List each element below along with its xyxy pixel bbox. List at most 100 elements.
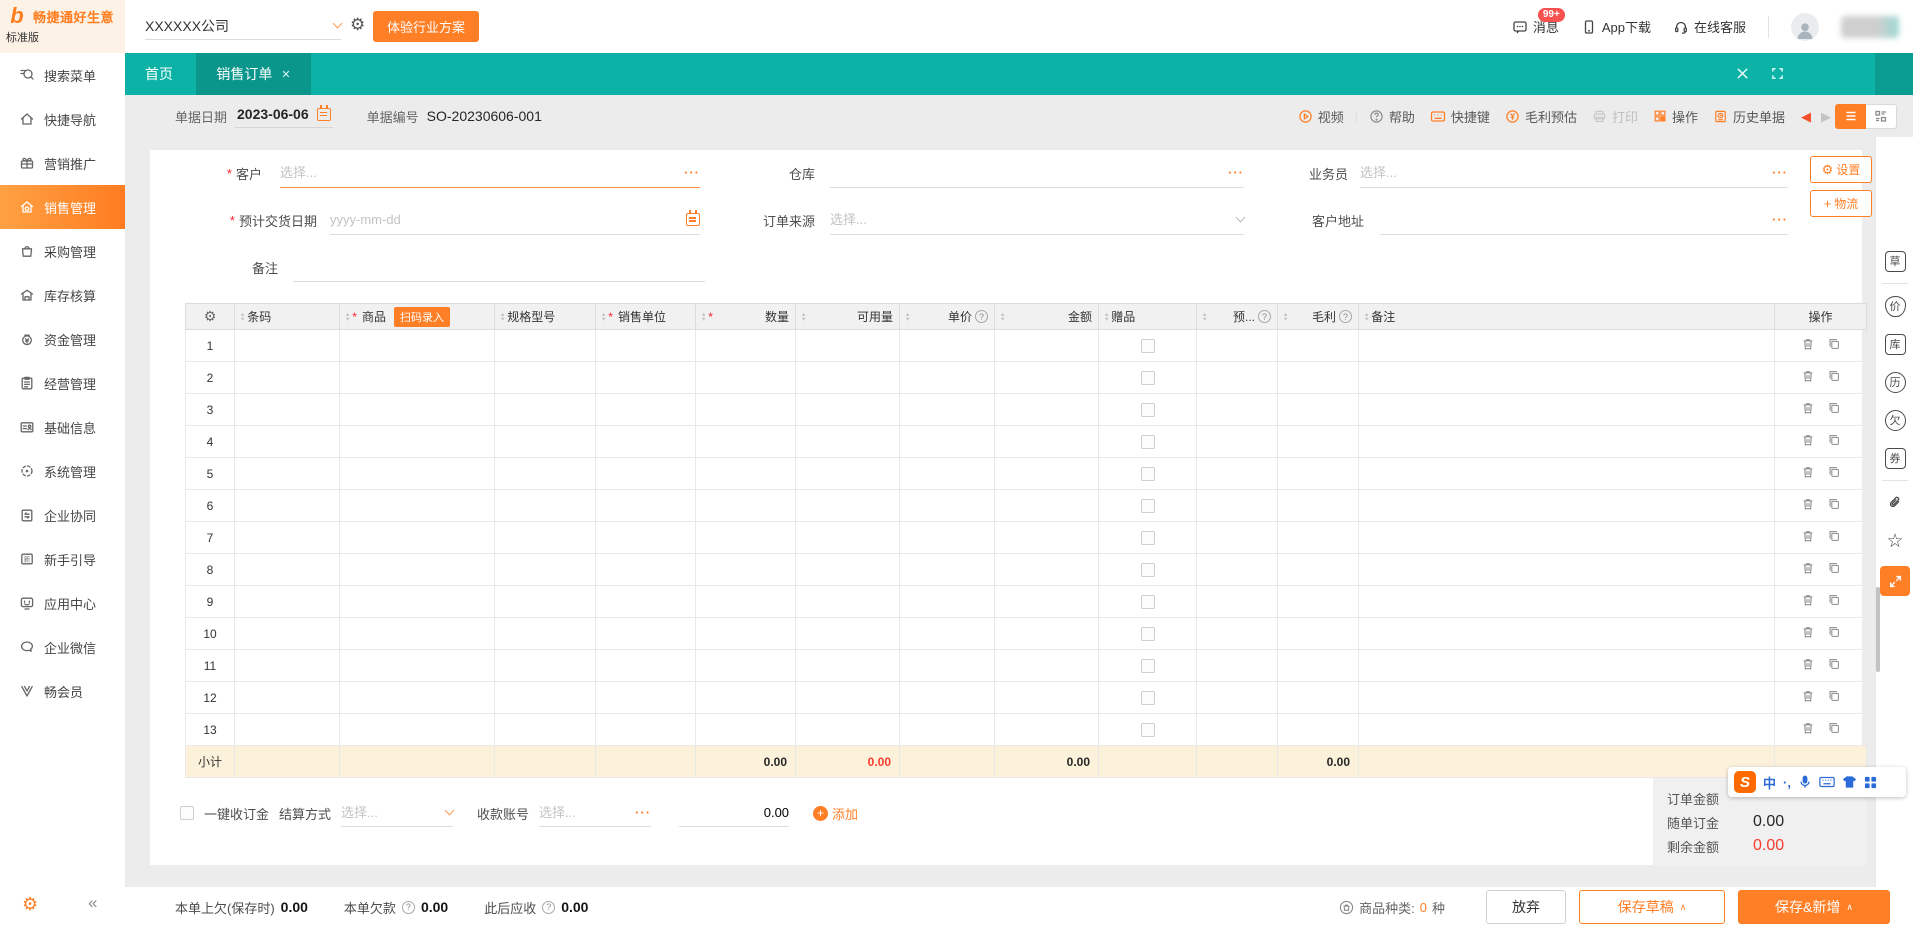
strip-price-button[interactable]: 价 [1876,287,1913,325]
sidebar-item-gift[interactable]: 营销推广 [0,141,125,185]
sidebar-item-bag[interactable]: 采购管理 [0,229,125,273]
grid-cell-qty[interactable] [695,489,796,522]
discard-button[interactable]: 放弃 [1486,890,1566,924]
grid-cell-unit[interactable] [595,361,696,394]
grid-cell-avail[interactable] [795,521,900,554]
toolbar-help-button[interactable]: 帮助 [1369,107,1415,126]
strip-coupon-button[interactable]: 券 [1876,439,1913,477]
grid-cell-avail[interactable] [795,393,900,426]
save-and-new-button[interactable]: 保存&新增 ∧ [1738,890,1890,924]
grid-cell-price[interactable] [899,649,995,682]
column-header-price[interactable]: ▴ ▾ 单价? [899,303,995,330]
grid-cell-spec[interactable] [494,681,596,714]
grid-cell-barcode[interactable] [234,329,340,362]
grid-cell-profit[interactable] [1277,585,1359,618]
grid-cell-amount[interactable] [994,425,1099,458]
trash-icon[interactable] [1801,593,1815,607]
strip-arrears-button[interactable]: 欠 [1876,401,1913,439]
grid-cell-remark[interactable] [1358,713,1775,746]
copy-icon[interactable] [1827,401,1841,415]
grid-cell-product[interactable] [339,521,495,554]
grid-cell-unit[interactable] [595,681,696,714]
company-select[interactable]: XXXXXX公司 [145,12,343,40]
grid-cell-product[interactable] [339,329,495,362]
grid-cell-avail[interactable] [795,649,900,682]
gift-checkbox[interactable] [1140,370,1155,385]
sidebar-item-system[interactable]: 系统管理 [0,449,125,493]
grid-cell-spec[interactable] [494,553,596,586]
sidebar-item-appcenter[interactable]: 应用中心 [0,581,125,625]
gift-checkbox[interactable] [1140,466,1155,481]
sidebar-item-guide[interactable]: 新 新手引导 [0,537,125,581]
grid-cell-profit[interactable] [1277,681,1359,714]
sort-arrows-icon[interactable]: ▴ ▾ [346,311,349,323]
toolbar-keys-button[interactable]: 快捷键 [1430,107,1490,126]
grid-cell-product[interactable] [339,489,495,522]
grid-cell-amount[interactable] [994,361,1099,394]
grid-cell-pre[interactable] [1196,617,1278,650]
grid-cell-spec[interactable] [494,585,596,618]
sidebar-item-idcard[interactable]: 基础信息 [0,405,125,449]
strip-draft-button[interactable]: 草 [1876,242,1913,280]
column-config-gear-icon[interactable]: ⚙ [204,308,217,324]
online-service-button[interactable]: 在线客服 [1673,17,1746,36]
grid-cell-profit[interactable] [1277,425,1359,458]
copy-icon[interactable] [1827,369,1841,383]
grid-cell-spec[interactable] [494,329,596,362]
sidebar-item-member[interactable]: 畅会员 [0,669,125,713]
grid-cell-unit[interactable] [595,521,696,554]
grid-cell-remark[interactable] [1358,617,1775,650]
grid-cell-amount[interactable] [994,649,1099,682]
keyboard-icon[interactable] [1819,775,1835,789]
copy-icon[interactable] [1827,593,1841,607]
grid-cell-barcode[interactable] [234,393,340,426]
strip-attachment-button[interactable] [1876,484,1913,522]
delivery-date-field[interactable] [330,205,700,235]
remark-input[interactable] [293,259,705,274]
help-icon[interactable]: ? [542,900,556,914]
grid-cell-amount[interactable] [994,489,1099,522]
grid-cell-avail[interactable] [795,425,900,458]
order-source-field[interactable] [830,205,1246,235]
sidebar-item-clipboard[interactable]: 经营管理 [0,361,125,405]
trash-icon[interactable] [1801,625,1815,639]
grid-cell-pre[interactable] [1196,681,1278,714]
gift-checkbox[interactable] [1140,562,1155,577]
copy-icon[interactable] [1827,529,1841,543]
settings-gear-icon[interactable]: ⚙ [350,16,365,33]
copy-icon[interactable] [1827,689,1841,703]
order-source-input[interactable] [830,212,1237,227]
grid-cell-pre[interactable] [1196,521,1278,554]
grid-settings-button[interactable]: ⚙ 设置 [1810,156,1872,183]
grid-cell-qty[interactable] [695,393,796,426]
grid-cell-unit[interactable] [595,617,696,650]
gift-checkbox[interactable] [1140,530,1155,545]
receive-account-input[interactable] [539,805,632,820]
grid-cell-spec[interactable] [494,457,596,490]
trash-icon[interactable] [1801,721,1815,735]
grid-cell-barcode[interactable] [234,425,340,458]
sogou-logo-icon[interactable]: S [1734,771,1756,793]
grid-cell-barcode[interactable] [234,649,340,682]
column-header-profit[interactable]: ▴ ▾ 毛利? [1277,303,1359,330]
grid-cell-price[interactable] [899,585,995,618]
gift-checkbox[interactable] [1140,402,1155,417]
customer-more-icon[interactable]: ··· [680,165,700,180]
grid-cell-qty[interactable] [695,585,796,618]
grid-cell-spec[interactable] [494,489,596,522]
grid-cell-profit[interactable] [1277,617,1359,650]
account-more-icon[interactable]: ··· [631,805,651,820]
grid-cell-profit[interactable] [1277,649,1359,682]
copy-icon[interactable] [1827,657,1841,671]
grid-cell-qty[interactable] [695,553,796,586]
grid-cell-remark[interactable] [1358,425,1775,458]
grid-cell-avail[interactable] [795,489,900,522]
settle-method-select[interactable] [341,799,455,827]
grid-cell-product[interactable] [339,425,495,458]
grid-cell-pre[interactable] [1196,425,1278,458]
tab-sales-order[interactable]: 销售订单 ✕ [196,53,311,95]
scrollbar-thumb[interactable] [1876,587,1880,672]
grid-cell-avail[interactable] [795,681,900,714]
gift-checkbox[interactable] [1140,434,1155,449]
toolbar-history-button[interactable]: 历史单据 [1713,107,1785,126]
